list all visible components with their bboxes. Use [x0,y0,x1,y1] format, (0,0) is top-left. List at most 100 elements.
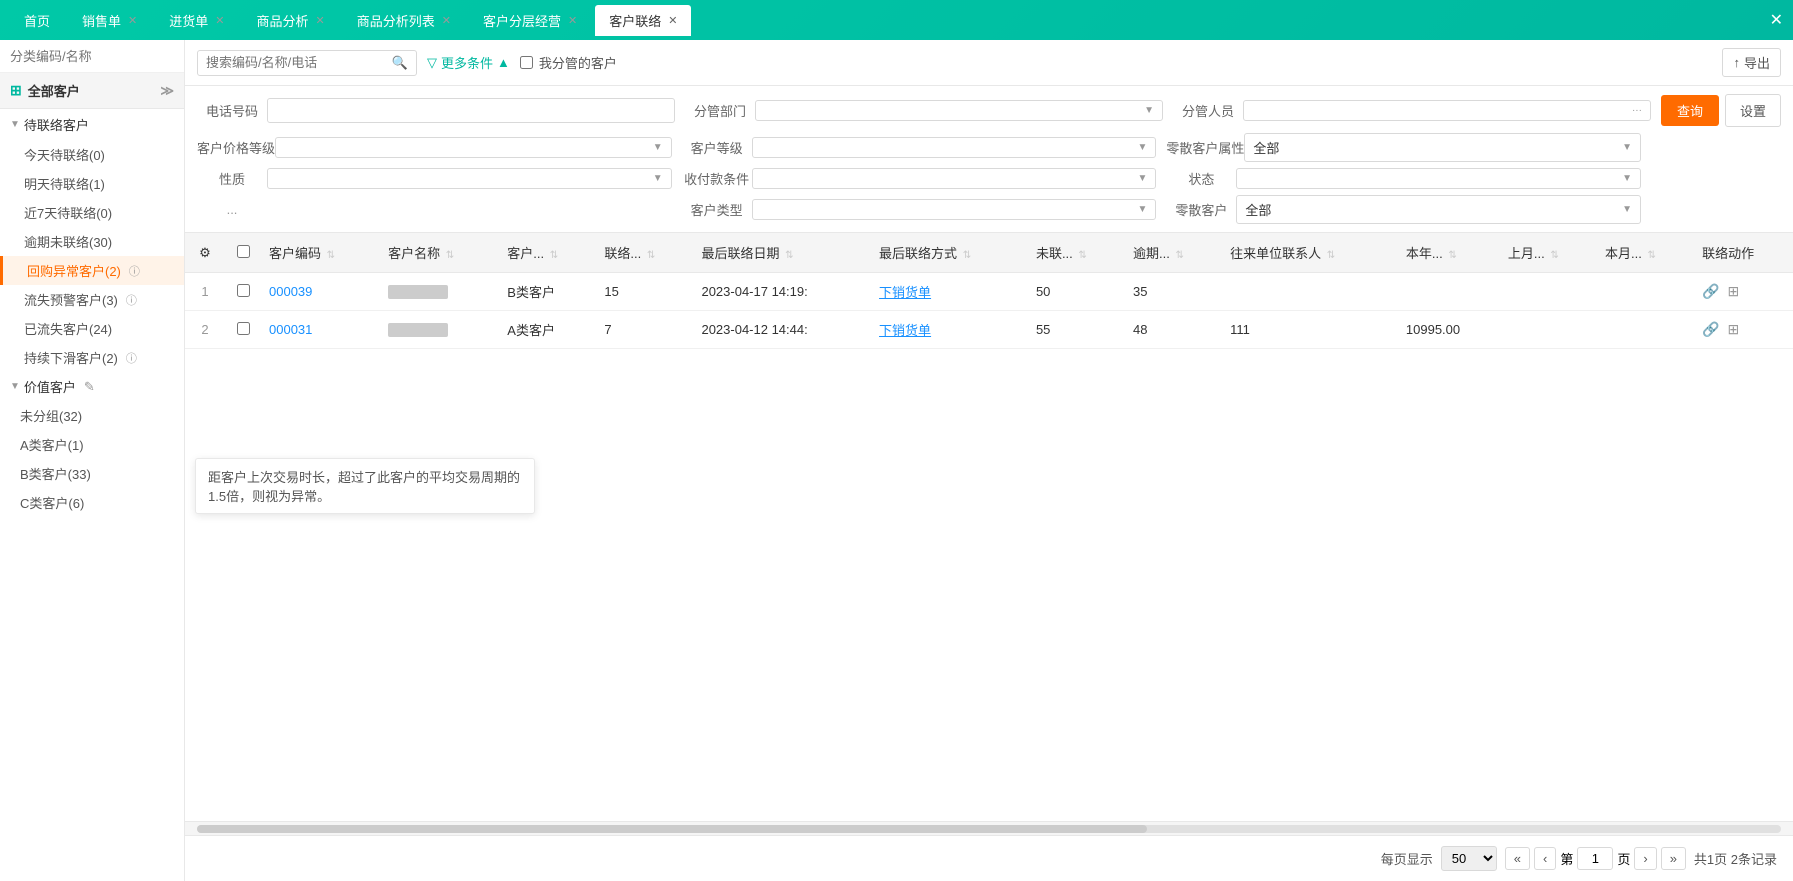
date-sort-icon[interactable]: ⇅ [785,250,793,261]
nav-analysis-list-close[interactable]: ✕ [442,14,451,27]
table-wrapper: 距客户上次交易时长，超过了此客户的平均交易周期的1.5倍，则视为异常。 ⚙ 客户… [185,233,1793,821]
filter-right: ↑ 导出 [1722,48,1781,77]
code-sort-icon[interactable]: ⇅ [327,250,335,261]
row1-link-icon[interactable]: 🔗 [1702,283,1719,300]
row1-checkbox [225,273,261,311]
nav-customer-contact[interactable]: 客户联络 ✕ [595,5,691,36]
sidebar-all-customers[interactable]: ⊞ 全部客户 ≫ [0,73,184,109]
sidebar-item-today[interactable]: 今天待联络(0) [0,140,184,169]
sidebar-item-churned[interactable]: 已流失客户(24) [0,314,184,343]
per-page-select[interactable]: 50 100 200 [1441,846,1497,871]
sidebar-item-declining[interactable]: 持续下滑客户(2) ⓘ [0,343,184,372]
horizontal-scrollbar[interactable] [185,821,1793,835]
export-button[interactable]: ↑ 导出 [1722,48,1781,77]
nav-analysis[interactable]: 商品分析 ✕ [242,5,338,36]
payment-select[interactable]: ▼ [752,168,1157,189]
filter-dept: 分管部门 ▼ [685,100,1163,121]
unit-sort-icon[interactable]: ⇅ [1327,250,1335,261]
method-sort-icon[interactable]: ⇅ [963,250,971,261]
window-close-btn[interactable]: ✕ [1770,10,1783,30]
thismonth-sort-icon[interactable]: ⇅ [1647,250,1655,261]
nav-customer-contact-close[interactable]: ✕ [668,14,677,27]
contact-sort-icon[interactable]: ⇅ [647,250,655,261]
row1-name-blur [388,285,448,299]
nav-purchase[interactable]: 进货单 ✕ [155,5,238,36]
customer-grade-label: 客户等级 [682,138,752,157]
th-settings[interactable]: ⚙ [185,233,225,273]
type-sort-icon[interactable]: ⇅ [550,250,558,261]
name-sort-icon[interactable]: ⇅ [446,250,454,261]
select-all-checkbox[interactable] [237,245,250,258]
more-conditions-btn[interactable]: ▽ 更多条件 ▲ [427,53,510,72]
sidebar-item-churn-warning[interactable]: 流失预警客户(3) ⓘ [0,285,184,314]
ellipsis-label[interactable]: ... [197,202,267,217]
main-search-icon[interactable]: 🔍 [392,55,408,71]
nav-analysis-close[interactable]: ✕ [316,14,325,27]
price-grade-caret: ▼ [653,142,663,153]
scattered-attr-select[interactable]: 全部 ▼ [1244,133,1641,162]
row1-select[interactable] [237,284,250,297]
row2-method-link[interactable]: 下销货单 [879,323,931,338]
row2-link-icon[interactable]: 🔗 [1702,321,1719,338]
sidebar-item-ungrouped[interactable]: 未分组(32) [0,401,184,430]
nav-customer-tier-close[interactable]: ✕ [568,14,577,27]
nature-select[interactable]: ▼ [267,168,672,189]
unlinked-sort-icon[interactable]: ⇅ [1078,250,1086,261]
nav-customer-tier[interactable]: 客户分层经营 ✕ [469,5,591,36]
sidebar-item-tomorrow[interactable]: 明天待联络(1) [0,169,184,198]
sidebar-search-input[interactable] [10,49,185,64]
main-search-input[interactable] [206,55,386,70]
prev-page-btn[interactable]: ‹ [1534,847,1556,870]
overdue-sort-icon[interactable]: ⇅ [1176,250,1184,261]
first-page-btn[interactable]: « [1505,847,1530,870]
filter-nature: 性质 ▼ [197,168,672,189]
nav-home[interactable]: 首页 [10,5,64,36]
row2-this-year: 10995.00 [1398,311,1500,349]
main-layout: 🔍 ⊞ 全部客户 ≫ ▼ 待联络客户 今天待联络(0) 明天待联络(1) 近7天… [0,40,1793,881]
year-sort-icon[interactable]: ⇅ [1448,250,1456,261]
row2-select[interactable] [237,322,250,335]
settings-button[interactable]: 设置 [1725,94,1781,127]
sidebar-item-a-class[interactable]: A类客户(1) [0,430,184,459]
lastmonth-sort-icon[interactable]: ⇅ [1550,250,1558,261]
sidebar-item-c-class[interactable]: C类客户(6) [0,488,184,517]
query-button[interactable]: 查询 [1661,95,1719,126]
th-unit-contact: 往来单位联系人 ⇅ [1222,233,1398,273]
value-arrow-icon: ▼ [10,381,20,392]
row1-method-link[interactable]: 下销货单 [879,285,931,300]
sidebar-group-pending[interactable]: ▼ 待联络客户 [0,109,184,140]
nav-sales-close[interactable]: ✕ [128,14,137,27]
row2-actions: 🔗 ⊞ [1694,311,1793,349]
status-select[interactable]: ▼ [1236,168,1641,189]
scattered-customer-select[interactable]: 全部 ▼ [1236,195,1641,224]
page-number-input[interactable] [1577,847,1613,870]
sidebar-value-group[interactable]: ▼ 价值客户 ✎ [0,372,184,401]
phone-input[interactable] [267,98,675,123]
row2-code[interactable]: 000031 [261,311,380,349]
value-group-edit-icon[interactable]: ✎ [84,379,95,395]
sidebar-item-overdue[interactable]: 逾期未联络(30) [0,227,184,256]
my-customer-label: 我分管的客户 [539,53,617,72]
customer-type-select[interactable]: ▼ [752,199,1157,220]
dept-select[interactable]: ▼ [755,100,1163,121]
row1-code[interactable]: 000039 [261,273,380,311]
last-page-btn[interactable]: » [1661,847,1686,870]
sidebar-item-b-class[interactable]: B类客户(33) [0,459,184,488]
nav-sales[interactable]: 销售单 ✕ [68,5,151,36]
sidebar-item-abnormal-repurchase[interactable]: 回购异常客户(2) ⓘ [0,256,184,285]
next-page-btn[interactable]: › [1634,847,1656,870]
scrollbar-thumb[interactable] [197,825,1147,833]
sidebar-collapse-icon[interactable]: ≫ [160,83,174,99]
th-name: 客户名称 ⇅ [380,233,499,273]
my-customer-checkbox[interactable] [520,56,533,69]
nav-analysis-list[interactable]: 商品分析列表 ✕ [343,5,465,36]
sidebar-item-7days[interactable]: 近7天待联络(0) [0,198,184,227]
nav-purchase-close[interactable]: ✕ [215,14,224,27]
row1-grid-icon[interactable]: ⊞ [1728,283,1740,300]
price-grade-select[interactable]: ▼ [275,137,672,158]
customer-grade-select[interactable]: ▼ [752,137,1157,158]
row1-last-month [1500,273,1597,311]
row2-grid-icon[interactable]: ⊞ [1728,321,1740,338]
filter-scattered-customer: 零散客户 全部 ▼ [1166,195,1641,224]
person-select[interactable]: ··· [1243,100,1651,121]
